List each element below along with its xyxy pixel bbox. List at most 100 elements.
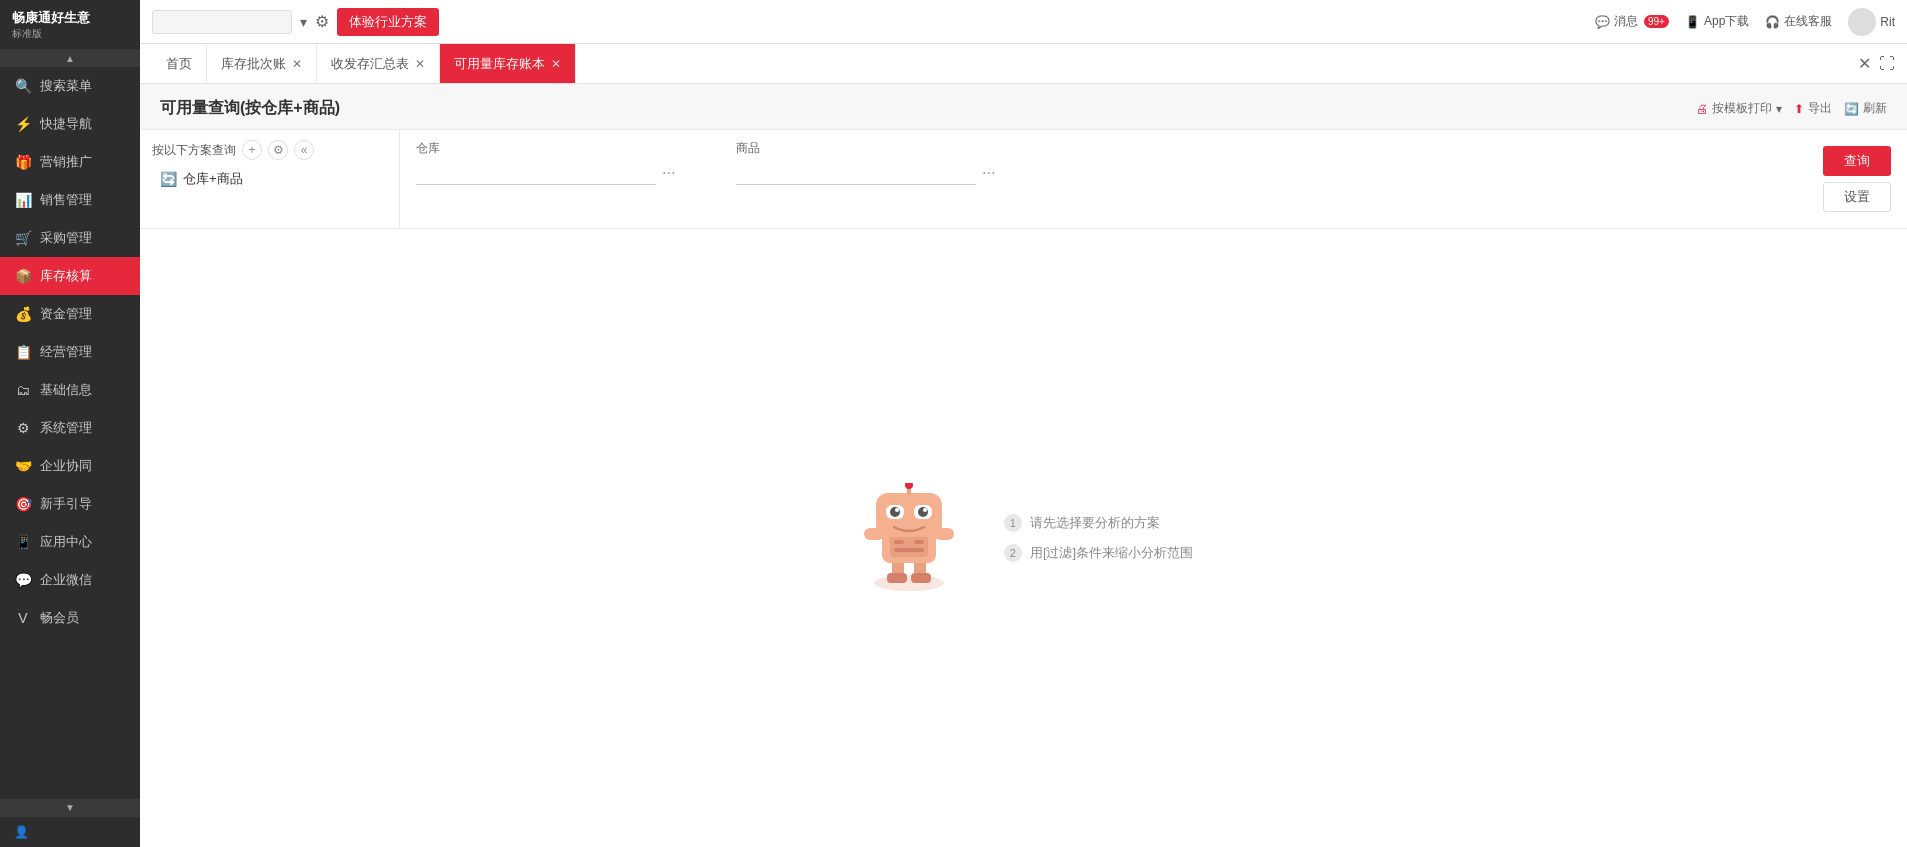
tab-close-icon[interactable]: ✕ xyxy=(415,57,425,71)
window-close-button[interactable]: ✕ xyxy=(1858,54,1871,73)
tip-text-2: 用[过滤]条件来缩小分析范围 xyxy=(1030,544,1193,562)
settings-button[interactable]: 设置 xyxy=(1823,182,1891,212)
tab-home[interactable]: 首页 xyxy=(152,44,207,83)
tab-close-icon[interactable]: ✕ xyxy=(551,57,561,71)
tabbar: 首页库存批次账✕收发存汇总表✕ 可用量库存账本 ✕ ✕ ⛶ xyxy=(140,44,1907,84)
print-icon: 🖨 xyxy=(1696,102,1708,116)
sidebar-item-newbie-guide[interactable]: 🎯新手引导 xyxy=(0,485,140,523)
tab-label: 可用量库存账本 xyxy=(454,55,545,73)
sidebar-item-ops-mgmt[interactable]: 📋经营管理 xyxy=(0,333,140,371)
sidebar-item-shortcut[interactable]: ⚡快捷导航 xyxy=(0,105,140,143)
warehouse-input-row: ··· xyxy=(416,161,696,185)
print-dropdown-icon: ▾ xyxy=(1776,102,1782,116)
enterprise-wechat-icon: 💬 xyxy=(14,571,32,589)
scheme-settings-button[interactable]: ⚙ xyxy=(268,140,288,160)
fund-mgmt-icon: 💰 xyxy=(14,305,32,323)
shortcut-icon: ⚡ xyxy=(14,115,32,133)
header-actions: 🖨 按模板打印 ▾ ⬆ 导出 🔄 刷新 xyxy=(1696,100,1887,117)
svg-point-14 xyxy=(890,507,900,517)
sidebar-label: 系统管理 xyxy=(40,419,92,437)
sidebar-item-enterprise-collab[interactable]: 🤝企业协同 xyxy=(0,447,140,485)
sidebar-item-inventory-calc[interactable]: 📦库存核算 xyxy=(0,257,140,295)
sales-mgmt-icon: 📊 xyxy=(14,191,32,209)
window-expand-button[interactable]: ⛶ xyxy=(1879,55,1895,73)
refresh-button[interactable]: 🔄 刷新 xyxy=(1844,100,1887,117)
query-button[interactable]: 查询 xyxy=(1823,146,1891,176)
tab-recv-summary[interactable]: 收发存汇总表✕ xyxy=(317,44,440,83)
svg-point-19 xyxy=(905,483,913,489)
svg-point-0 xyxy=(874,575,944,591)
sidebar-label: 畅会员 xyxy=(40,609,79,627)
sidebar-label: 搜索菜单 xyxy=(40,77,92,95)
sidebar-item-marketing-promo[interactable]: 🎁营销推广 xyxy=(0,143,140,181)
sidebar-item-purchase-mgmt[interactable]: 🛒采购管理 xyxy=(0,219,140,257)
sidebar-item-base-info[interactable]: 🗂基础信息 xyxy=(0,371,140,409)
sidebar-label: 经营管理 xyxy=(40,343,92,361)
sidebar-item-enterprise-wechat[interactable]: 💬 企业微信 xyxy=(0,561,140,599)
headset-icon: 🎧 xyxy=(1765,15,1780,29)
scheme-icon: 🔄 xyxy=(160,171,177,187)
tab-batch-account[interactable]: 库存批次账✕ xyxy=(207,44,317,83)
filter-header-label: 按以下方案查询 xyxy=(152,142,236,159)
inventory-calc-icon: 📦 xyxy=(14,267,32,285)
tab-available-ledger[interactable]: 可用量库存账本 ✕ xyxy=(440,44,576,83)
goods-input[interactable] xyxy=(736,161,976,185)
add-scheme-button[interactable]: + xyxy=(242,140,262,160)
sidebar-label: 新手引导 xyxy=(40,495,92,513)
goods-field: 商品 ··· xyxy=(736,140,1016,185)
tip-item-2: 2 用[过滤]条件来缩小分析范围 xyxy=(1004,544,1193,562)
tab-label: 首页 xyxy=(166,55,192,73)
topbar-gear-icon[interactable]: ⚙ xyxy=(315,12,329,31)
topbar: ▾ ⚙ 体验行业方案 💬 消息 99+ 📱 App下载 🎧 在线客服 Rit xyxy=(140,0,1907,44)
sidebar-label: 基础信息 xyxy=(40,381,92,399)
filter-header: 按以下方案查询 + ⚙ « xyxy=(152,140,387,160)
tip-num-1: 1 xyxy=(1004,514,1022,532)
user-avatar-button[interactable]: Rit xyxy=(1848,8,1895,36)
sidebar-label: 销售管理 xyxy=(40,191,92,209)
topbar-search-input[interactable] xyxy=(152,10,292,34)
sys-mgmt-icon: ⚙ xyxy=(14,419,32,437)
svg-rect-6 xyxy=(890,535,928,557)
svg-rect-4 xyxy=(911,573,931,583)
tab-close-icon[interactable]: ✕ xyxy=(292,57,302,71)
print-template-button[interactable]: 🖨 按模板打印 ▾ xyxy=(1696,100,1782,117)
sidebar-item-search[interactable]: 🔍搜索菜单 xyxy=(0,67,140,105)
goods-label: 商品 xyxy=(736,140,1016,157)
sidebar-scroll-down[interactable]: ▼ xyxy=(0,799,140,816)
topbar-dropdown-icon[interactable]: ▾ xyxy=(300,14,307,30)
sidebar-label: 应用中心 xyxy=(40,533,92,551)
export-button[interactable]: ⬆ 导出 xyxy=(1794,100,1832,117)
warehouse-more-button[interactable]: ··· xyxy=(662,164,675,182)
sidebar: 畅康通好生意 标准版 ▲ 🔍搜索菜单⚡快捷导航🎁营销推广📊销售管理🛒采购管理📦库… xyxy=(0,0,140,847)
sidebar-item-sales-mgmt[interactable]: 📊 销售管理 xyxy=(0,181,140,219)
message-button[interactable]: 💬 消息 99+ xyxy=(1595,13,1669,30)
sidebar-bottom-user[interactable]: 👤 xyxy=(0,816,140,847)
sidebar-item-vip-member[interactable]: V 畅会员 xyxy=(0,599,140,637)
svg-rect-21 xyxy=(934,528,954,540)
sidebar-item-sys-mgmt[interactable]: ⚙ 系统管理 xyxy=(0,409,140,447)
warehouse-input[interactable] xyxy=(416,161,656,185)
filter-scheme-list: 按以下方案查询 + ⚙ « 🔄 仓库+商品 xyxy=(140,130,400,228)
app-download-button[interactable]: 📱 App下载 xyxy=(1685,13,1749,30)
online-service-button[interactable]: 🎧 在线客服 xyxy=(1765,13,1832,30)
vip-member-icon: V xyxy=(14,609,32,627)
sidebar-scroll-up[interactable]: ▲ xyxy=(0,50,140,67)
sidebar-item-app-center[interactable]: 📱应用中心 xyxy=(0,523,140,561)
industry-solution-button[interactable]: 体验行业方案 xyxy=(337,8,439,36)
tab-window-controls: ✕ ⛶ xyxy=(1858,54,1895,73)
page-title: 可用量查询(按仓库+商品) xyxy=(160,98,340,119)
svg-point-17 xyxy=(923,508,927,512)
message-icon: 💬 xyxy=(1595,15,1610,29)
export-icon: ⬆ xyxy=(1794,102,1804,116)
sidebar-label: 企业微信 xyxy=(40,571,92,589)
tip-text-1: 请先选择要分析的方案 xyxy=(1030,514,1160,532)
sidebar-item-fund-mgmt[interactable]: 💰资金管理 xyxy=(0,295,140,333)
scheme-label: 仓库+商品 xyxy=(183,170,243,188)
filter-fields: 仓库 ··· 商品 ··· 查询 设置 xyxy=(400,130,1907,228)
scheme-item-warehouse-goods[interactable]: 🔄 仓库+商品 xyxy=(152,166,387,192)
collapse-button[interactable]: « xyxy=(294,140,314,160)
empty-illustration xyxy=(854,483,964,593)
avatar xyxy=(1848,8,1876,36)
goods-more-button[interactable]: ··· xyxy=(982,164,995,182)
svg-rect-20 xyxy=(864,528,884,540)
